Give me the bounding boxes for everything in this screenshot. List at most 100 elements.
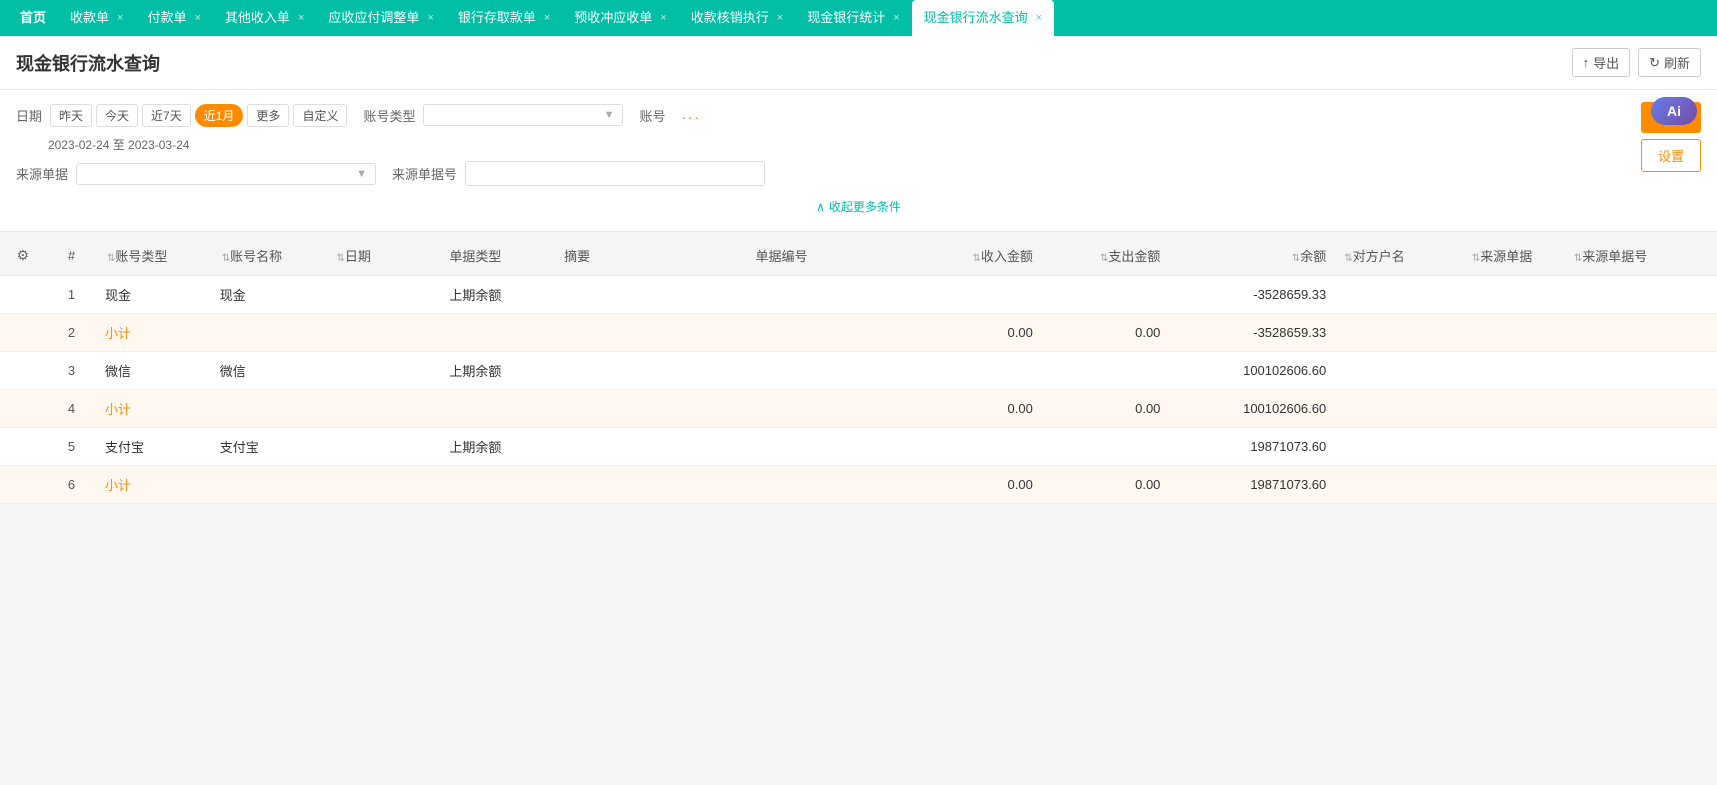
- row-doc-type: 上期余额: [441, 352, 556, 390]
- ai-badge[interactable]: Ai: [1651, 97, 1697, 125]
- date-filter-group: 日期 昨天 今天 近7天 近1月 更多 自定义: [16, 104, 347, 127]
- export-button[interactable]: ↑ 导出: [1572, 48, 1631, 77]
- col-balance[interactable]: ⇅余额: [1168, 236, 1334, 276]
- date-btn-more[interactable]: 更多: [247, 104, 289, 127]
- refresh-button[interactable]: ↻ 刷新: [1638, 48, 1701, 77]
- dots-button[interactable]: ...: [673, 102, 708, 128]
- row-source-no: [1564, 390, 1717, 428]
- date-btn-1month[interactable]: 近1月: [195, 104, 244, 127]
- row-doc-type: [441, 314, 556, 352]
- nav-item-receipt-verify[interactable]: 收款核销执行×: [679, 0, 795, 36]
- row-counterpart: [1334, 352, 1462, 390]
- table-row: 2小计0.000.00-3528659.33: [0, 314, 1717, 352]
- nav-item-home[interactable]: 首页: [8, 0, 58, 36]
- close-icon-other-income[interactable]: ×: [298, 0, 304, 36]
- col-doc-type: 单据类型: [441, 236, 556, 276]
- source-doc-filter-group: 来源单据 ▼: [16, 163, 376, 185]
- row-doc-no: [747, 352, 913, 390]
- sort-icon-source: ⇅: [1472, 253, 1480, 264]
- row-doc-no: [747, 466, 913, 504]
- date-btn-today[interactable]: 今天: [96, 104, 138, 127]
- account-type-filter-group: 账号类型 ▼: [363, 104, 623, 126]
- row-settings-cell: [0, 466, 46, 504]
- source-doc-no-filter-group: 来源单据号: [392, 161, 765, 186]
- close-icon-cash-stat[interactable]: ×: [893, 0, 899, 36]
- col-source-no[interactable]: ⇅来源单据号: [1564, 236, 1717, 276]
- row-balance: 100102606.60: [1168, 352, 1334, 390]
- row-settings-cell: [0, 428, 46, 466]
- col-counterpart[interactable]: ⇅对方户名: [1334, 236, 1462, 276]
- col-income[interactable]: ⇅收入金额: [913, 236, 1041, 276]
- row-source: [1462, 276, 1564, 314]
- row-balance: -3528659.33: [1168, 314, 1334, 352]
- row-source-no: [1564, 428, 1717, 466]
- close-icon-ar-ap-adjust[interactable]: ×: [427, 0, 433, 36]
- nav-item-bank-deposit[interactable]: 银行存取款单×: [446, 0, 562, 36]
- collapse-button[interactable]: ∧ 收起更多条件: [16, 194, 1701, 219]
- nav-item-cash-flow[interactable]: 现金银行流水查询×: [912, 0, 1054, 36]
- row-doc-type: [441, 466, 556, 504]
- row-date: [327, 390, 442, 428]
- gear-icon[interactable]: ⚙: [17, 247, 30, 263]
- row-acct-name: [212, 466, 327, 504]
- row-settings-cell: [0, 390, 46, 428]
- col-date[interactable]: ⇅日期: [327, 236, 442, 276]
- row-num: 1: [46, 276, 97, 314]
- table-body: 1现金现金上期余额-3528659.332小计0.000.00-3528659.…: [0, 276, 1717, 504]
- row-source: [1462, 314, 1564, 352]
- row-source-no: [1564, 466, 1717, 504]
- date-btn-yesterday[interactable]: 昨天: [50, 104, 92, 127]
- table-header-row: ⚙ # ⇅账号类型 ⇅账号名称 ⇅日期 单据类型 摘要 单据编号 ⇅收入: [0, 236, 1717, 276]
- source-doc-no-label: 来源单据号: [392, 164, 457, 183]
- close-icon-bank-deposit[interactable]: ×: [544, 0, 550, 36]
- date-range-display: 2023-02-24 至 2023-03-24: [48, 136, 1641, 153]
- date-btn-custom[interactable]: 自定义: [293, 104, 347, 127]
- date-btn-7days[interactable]: 近7天: [142, 104, 191, 127]
- row-summary: [556, 314, 747, 352]
- source-doc-label: 来源单据: [16, 164, 68, 183]
- close-icon-receipt[interactable]: ×: [117, 0, 123, 36]
- row-counterpart: [1334, 428, 1462, 466]
- nav-item-pre-receipt[interactable]: 预收冲应收单×: [562, 0, 678, 36]
- nav-item-cash-stat[interactable]: 现金银行统计×: [795, 0, 911, 36]
- col-acct-name[interactable]: ⇅账号名称: [212, 236, 327, 276]
- row-acct-type: 支付宝: [97, 428, 212, 466]
- row-balance: 100102606.60: [1168, 390, 1334, 428]
- source-doc-no-input[interactable]: [465, 161, 765, 186]
- nav-item-payment[interactable]: 付款单×: [135, 0, 212, 36]
- nav-item-receipt[interactable]: 收款单×: [58, 0, 135, 36]
- row-doc-no: [747, 314, 913, 352]
- nav-item-ar-ap-adjust[interactable]: 应收应付调整单×: [316, 0, 445, 36]
- close-icon-pre-receipt[interactable]: ×: [660, 0, 666, 36]
- account-type-select[interactable]: ▼: [423, 104, 623, 126]
- refresh-icon: ↻: [1649, 55, 1660, 71]
- row-counterpart: [1334, 390, 1462, 428]
- close-icon-cash-flow[interactable]: ×: [1036, 0, 1042, 36]
- row-date: [327, 314, 442, 352]
- settings-button[interactable]: 设置: [1641, 139, 1701, 172]
- row-acct-name: 微信: [212, 352, 327, 390]
- source-doc-select[interactable]: ▼: [76, 163, 376, 185]
- close-icon-payment[interactable]: ×: [194, 0, 200, 36]
- chevron-down-icon: ▼: [604, 109, 615, 121]
- table-row: 3微信微信上期余额100102606.60: [0, 352, 1717, 390]
- row-source: [1462, 428, 1564, 466]
- row-num: 6: [46, 466, 97, 504]
- page-header: 现金银行流水查询 ↑ 导出 ↻ 刷新: [0, 36, 1717, 90]
- close-icon-receipt-verify[interactable]: ×: [777, 0, 783, 36]
- row-doc-no: [747, 428, 913, 466]
- row-summary: [556, 276, 747, 314]
- col-summary: 摘要: [556, 236, 747, 276]
- table-row: 6小计0.000.0019871073.60: [0, 466, 1717, 504]
- page-title: 现金银行流水查询: [16, 50, 160, 76]
- row-doc-no: [747, 390, 913, 428]
- col-source[interactable]: ⇅来源单据: [1462, 236, 1564, 276]
- row-doc-type: 上期余额: [441, 276, 556, 314]
- sort-icon-source-no: ⇅: [1574, 253, 1582, 264]
- table-row: 1现金现金上期余额-3528659.33: [0, 276, 1717, 314]
- col-settings[interactable]: ⚙: [0, 236, 46, 276]
- col-acct-type[interactable]: ⇅账号类型: [97, 236, 212, 276]
- col-expense[interactable]: ⇅支出金额: [1041, 236, 1169, 276]
- row-income: [913, 352, 1041, 390]
- nav-item-other-income[interactable]: 其他收入单×: [213, 0, 316, 36]
